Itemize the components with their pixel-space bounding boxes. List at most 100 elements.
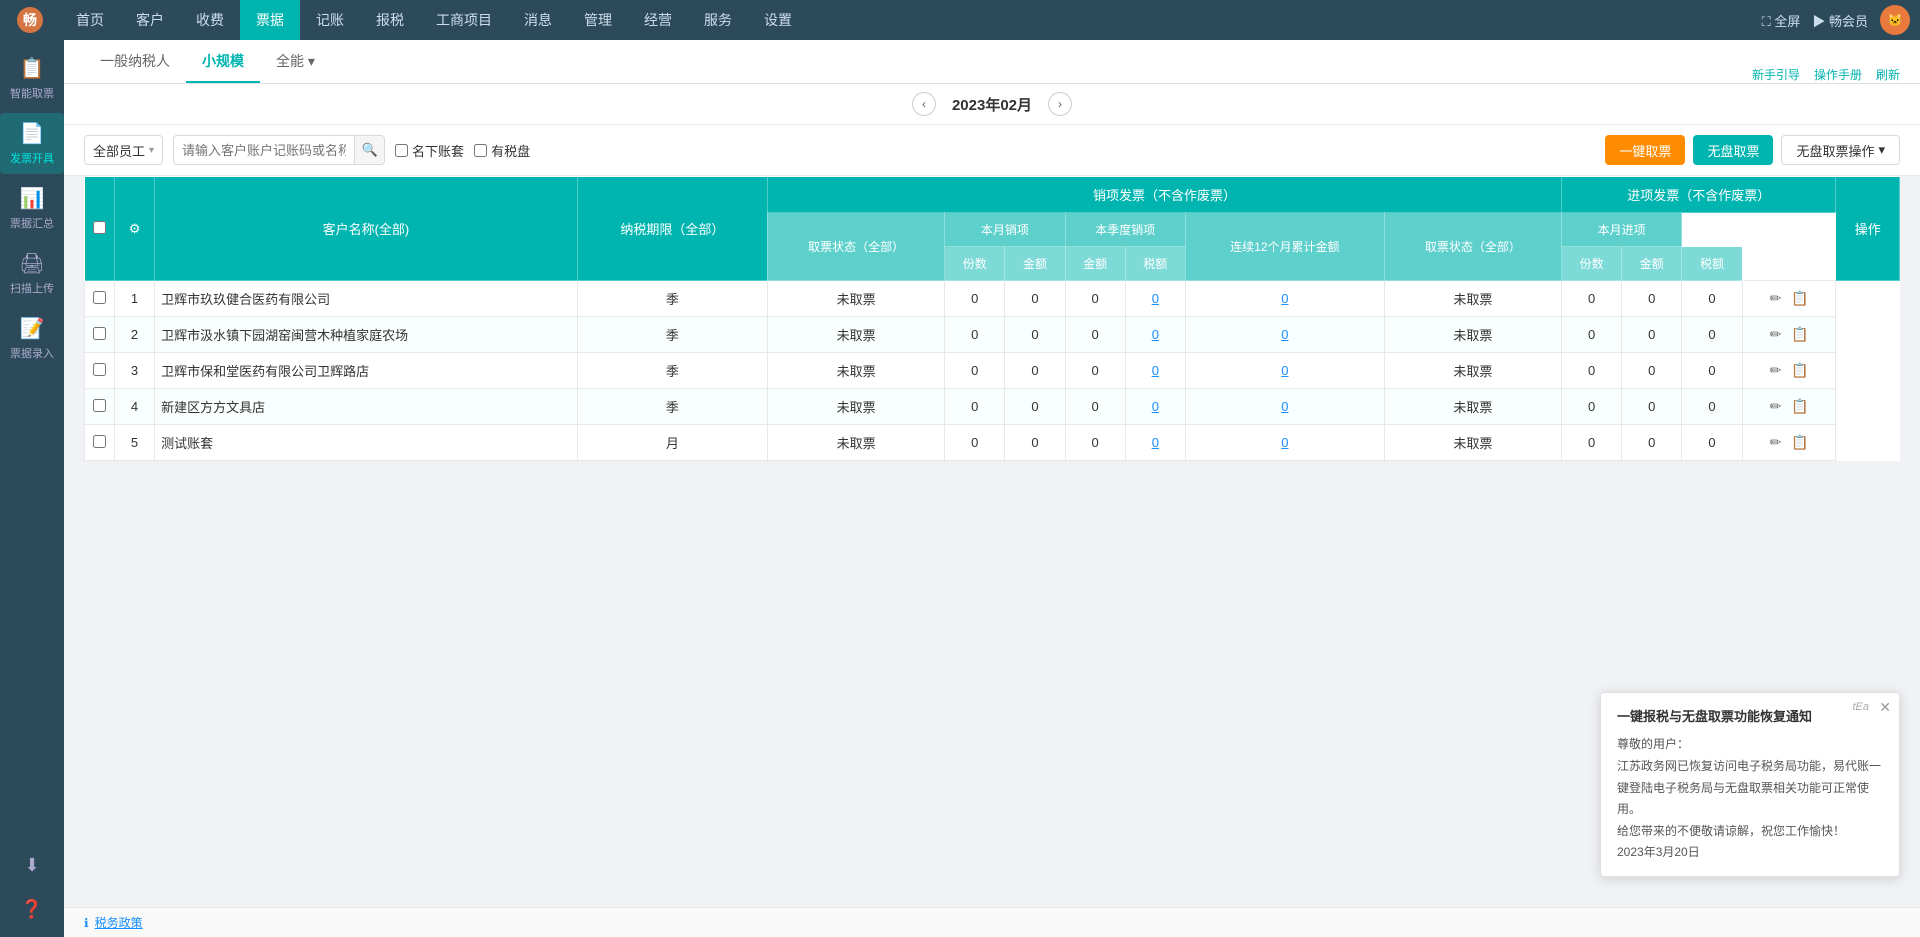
row-detail-icon[interactable]: 📋: [1791, 326, 1808, 342]
next-period-button[interactable]: ›: [1048, 92, 1072, 116]
row-sales-fetch-status: 未取票: [767, 281, 944, 317]
one-key-fetch-button[interactable]: 一键取票: [1605, 135, 1685, 165]
row-cumulative-12m: 0: [1185, 425, 1384, 461]
nav-home[interactable]: 首页: [60, 0, 120, 40]
nav-accounting[interactable]: 记账: [300, 0, 360, 40]
row-month-purchase-amount: 0: [1622, 425, 1682, 461]
th-tax-period: 纳税期限（全部）: [577, 177, 767, 281]
search-input[interactable]: [174, 143, 354, 158]
help-button[interactable]: ❓: [14, 891, 50, 927]
invoice-entry-icon: 📝: [20, 316, 45, 341]
row-month-purchase-count: 0: [1562, 353, 1622, 389]
row-edit-icon[interactable]: ✏: [1770, 398, 1782, 414]
no-disk-fetch-button[interactable]: 无盘取票: [1693, 135, 1773, 165]
taxable-label: 有税盘: [491, 141, 530, 160]
row-tax-period: 季: [577, 389, 767, 425]
current-period: 2023年02月: [952, 94, 1032, 115]
nav-management[interactable]: 管理: [568, 0, 628, 40]
row-detail-icon[interactable]: 📋: [1791, 434, 1808, 450]
row-checkbox[interactable]: [93, 399, 106, 412]
row-month-purchase-count: 0: [1562, 281, 1622, 317]
row-checkbox[interactable]: [93, 327, 106, 340]
sidebar-bottom: ⬇ ❓: [14, 847, 50, 937]
member-button[interactable]: ▶ 畅会员: [1812, 11, 1868, 30]
download-button[interactable]: ⬇: [14, 847, 50, 883]
row-season-sales-tax: 0: [1125, 389, 1185, 425]
th-month-purchase-amount: 金额: [1622, 247, 1682, 281]
row-no: 5: [115, 425, 155, 461]
nav-tax[interactable]: 报税: [360, 0, 420, 40]
row-purchase-fetch-status: 未取票: [1384, 281, 1561, 317]
table-row: 1 卫辉市玖玖健合医药有限公司 季 未取票 0 0 0 0 0 未取票 0 0 …: [85, 281, 1900, 317]
user-avatar[interactable]: 🐱: [1880, 5, 1910, 35]
nav-operation[interactable]: 经营: [628, 0, 688, 40]
row-customer-name: 测试账套: [155, 425, 578, 461]
row-purchase-fetch-status: 未取票: [1384, 317, 1561, 353]
period-navigation: ‹ 2023年02月 ›: [64, 84, 1920, 125]
invoice-table: ⚙ 客户名称(全部) 纳税期限（全部） 销项发票（不含作废票） 进项发票（不含作…: [84, 176, 1900, 461]
sidebar-item-invoice-open[interactable]: 📄 发票开具: [0, 113, 64, 174]
row-season-sales-amount: 0: [1065, 389, 1125, 425]
nav-service[interactable]: 服务: [688, 0, 748, 40]
row-purchase-fetch-status: 未取票: [1384, 389, 1561, 425]
row-checkbox[interactable]: [93, 291, 106, 304]
taxable-filter[interactable]: 有税盘: [474, 141, 530, 160]
nav-customer[interactable]: 客户: [120, 0, 180, 40]
sidebar-item-invoice-summary[interactable]: 📊 票据汇总: [0, 178, 64, 239]
notification-close-button[interactable]: ✕: [1879, 699, 1891, 716]
row-actions: ✏ 📋: [1742, 317, 1836, 353]
manual-link[interactable]: 操作手册: [1814, 66, 1862, 83]
my-account-checkbox[interactable]: [395, 144, 408, 157]
notification-apology: 给您带来的不便敬请谅解，祝您工作愉快！: [1617, 821, 1883, 843]
row-detail-icon[interactable]: 📋: [1791, 362, 1808, 378]
tax-policy-link[interactable]: 税务政策: [95, 914, 143, 931]
nav-collection[interactable]: 收费: [180, 0, 240, 40]
row-tax-period: 月: [577, 425, 767, 461]
row-tax-period: 季: [577, 281, 767, 317]
row-edit-icon[interactable]: ✏: [1770, 290, 1782, 306]
sidebar-item-label-smart-fetch: 智能取票: [10, 85, 54, 101]
newbie-guide-link[interactable]: 新手引导: [1752, 66, 1800, 83]
tab-small[interactable]: 小规模: [186, 40, 260, 83]
refresh-link[interactable]: 刷新: [1876, 66, 1900, 83]
nav-business[interactable]: 工商项目: [420, 0, 508, 40]
row-month-purchase-amount: 0: [1622, 281, 1682, 317]
row-no: 3: [115, 353, 155, 389]
row-edit-icon[interactable]: ✏: [1770, 362, 1782, 378]
employee-filter[interactable]: 全部员工 ▾: [84, 135, 163, 165]
row-season-sales-amount: 0: [1065, 425, 1125, 461]
search-button[interactable]: 🔍: [354, 135, 384, 165]
sidebar-item-invoice-entry[interactable]: 📝 票据录入: [0, 308, 64, 369]
fullscreen-button[interactable]: ⛶ 全屏: [1762, 11, 1801, 30]
app-logo[interactable]: 畅: [10, 0, 50, 40]
row-checkbox[interactable]: [93, 435, 106, 448]
tab-general[interactable]: 一般纳税人: [84, 40, 186, 83]
row-customer-name: 卫辉市汲水镇下园湖窑闽营木种植家庭农场: [155, 317, 578, 353]
tab-all[interactable]: 全能 ▾: [260, 40, 331, 83]
row-detail-icon[interactable]: 📋: [1791, 290, 1808, 306]
row-detail-icon[interactable]: 📋: [1791, 398, 1808, 414]
nav-settings[interactable]: 设置: [748, 0, 808, 40]
tea-label: tEa: [1852, 701, 1869, 713]
my-account-filter[interactable]: 名下账套: [395, 141, 464, 160]
sidebar-item-scan-upload[interactable]: 🖨 扫描上传: [0, 243, 64, 304]
no-disk-ops-button[interactable]: 无盘取票操作 ▾: [1781, 135, 1900, 165]
row-month-purchase-tax: 0: [1682, 353, 1742, 389]
row-edit-icon[interactable]: ✏: [1770, 434, 1782, 450]
row-cumulative-12m: 0: [1185, 281, 1384, 317]
row-edit-icon[interactable]: ✏: [1770, 326, 1782, 342]
taxable-checkbox[interactable]: [474, 144, 487, 157]
prev-period-button[interactable]: ‹: [912, 92, 936, 116]
row-month-sales-amount: 0: [1005, 425, 1065, 461]
info-icon: ℹ: [84, 916, 89, 930]
row-month-purchase-count: 0: [1562, 317, 1622, 353]
nav-invoice[interactable]: 票据: [240, 0, 300, 40]
nav-message[interactable]: 消息: [508, 0, 568, 40]
sidebar-item-label-scan-upload: 扫描上传: [10, 280, 54, 296]
select-all-checkbox[interactable]: [93, 221, 106, 234]
row-month-purchase-count: 0: [1562, 389, 1622, 425]
row-checkbox[interactable]: [93, 363, 106, 376]
employee-filter-dropdown-icon: ▾: [149, 145, 154, 156]
row-month-sales-count: 0: [945, 353, 1005, 389]
sidebar-item-smart-fetch[interactable]: 📋 智能取票: [0, 48, 64, 109]
